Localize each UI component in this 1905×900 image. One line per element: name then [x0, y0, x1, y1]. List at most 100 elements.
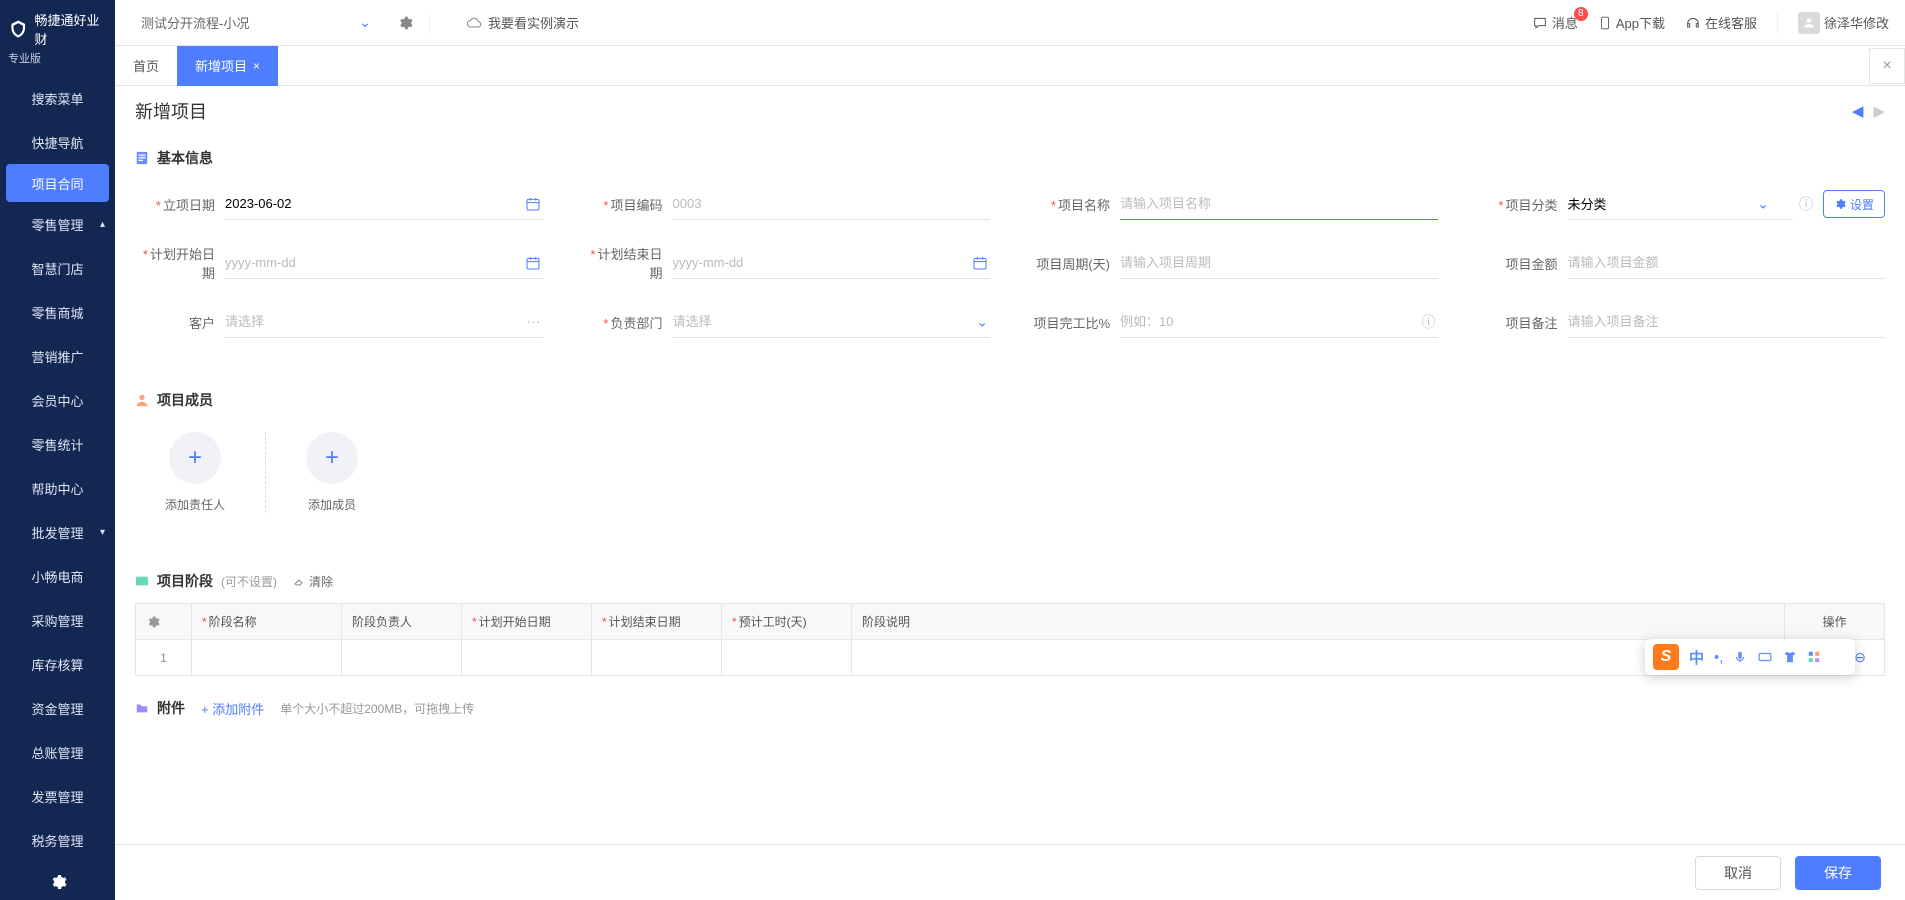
project-amount-field[interactable] [1568, 247, 1886, 279]
project-name-field[interactable] [1120, 188, 1438, 220]
sidebar-item-ecommerce[interactable]: 小畅电商 [0, 554, 115, 598]
project-period-field[interactable] [1120, 247, 1438, 279]
calendar-icon[interactable] [972, 255, 988, 271]
add-attachment-button[interactable]: + 添加附件 [201, 699, 264, 718]
th-stage-hours: *预计工时(天) [722, 604, 852, 640]
tenant-name: 测试分开流程-小况 [141, 13, 249, 32]
brand-logo-icon [8, 18, 28, 40]
messages-button[interactable]: 消息 8 [1532, 13, 1578, 32]
chevron-down-icon[interactable]: ⌄ [976, 314, 988, 331]
clear-stages-button[interactable]: 清除 [293, 573, 333, 590]
ime-skin-button[interactable] [1783, 650, 1797, 664]
cancel-button[interactable]: 取消 [1695, 856, 1781, 890]
headset-icon [1685, 15, 1701, 31]
sidebar-menu: 搜索菜单 快捷导航 项目合同 零售管理▴ 智慧门店 零售商城 营销推广 会员中心… [0, 76, 115, 864]
sidebar-item-tax[interactable]: 税务管理 [0, 818, 115, 862]
stage-icon [135, 574, 149, 588]
tenant-select[interactable]: 测试分开流程-小况 ⌄ [131, 7, 381, 39]
footer: 取消 保存 [115, 844, 1905, 900]
sidebar-item-invoice[interactable]: 发票管理 [0, 774, 115, 818]
sidebar-item-wholesale[interactable]: 批发管理▾ [0, 510, 115, 554]
sidebar-item-quicknav[interactable]: 快捷导航 [0, 120, 115, 164]
phone-icon [1598, 15, 1612, 31]
add-member-button[interactable]: + [306, 432, 358, 484]
plan-end-field[interactable] [673, 247, 991, 279]
save-button[interactable]: 保存 [1795, 856, 1881, 890]
chevron-down-icon[interactable]: ⌄ [1757, 196, 1769, 213]
attachment-hint: 单个大小不超过200MB，可拖拽上传 [280, 700, 474, 717]
add-owner-button[interactable]: + [169, 432, 221, 484]
sidebar-item-marketing[interactable]: 营销推广 [0, 334, 115, 378]
ime-tools-button[interactable] [1807, 650, 1821, 664]
grid-icon [1807, 650, 1821, 664]
customer-service-button[interactable]: 在线客服 [1685, 13, 1757, 32]
gear-icon [146, 615, 160, 629]
close-icon[interactable]: × [253, 59, 260, 73]
row-number: 1 [136, 640, 192, 676]
ime-lang-button[interactable]: 中 [1689, 647, 1704, 668]
project-code-field[interactable] [673, 188, 991, 220]
th-stage-name: *阶段名称 [192, 604, 342, 640]
cloud-icon [466, 15, 482, 31]
sidebar-settings[interactable] [0, 864, 115, 900]
sidebar-item-inventory[interactable]: 库存核算 [0, 642, 115, 686]
calendar-icon[interactable] [525, 196, 541, 212]
plan-start-field[interactable] [225, 247, 543, 279]
sidebar-item-funds[interactable]: 资金管理 [0, 686, 115, 730]
more-icon[interactable]: ⋯ [527, 314, 541, 331]
keyboard-icon [1757, 650, 1773, 664]
sidebar-item-retailstats[interactable]: 零售统计 [0, 422, 115, 466]
document-icon [135, 151, 149, 165]
ime-toolbar[interactable]: S 中 •, [1645, 639, 1855, 675]
sidebar-item-smartstore[interactable]: 智慧门店 [0, 246, 115, 290]
th-stage-end: *计划结束日期 [592, 604, 722, 640]
progress-field[interactable]: ⓘ [1120, 306, 1438, 338]
sidebar-item-search[interactable]: 搜索菜单 [0, 76, 115, 120]
section-members: 项目成员 + 添加责任人 + 添加成员 [135, 378, 1885, 543]
demo-link[interactable]: 我要看实例演示 [466, 13, 579, 32]
cell-stage-owner[interactable] [342, 640, 462, 676]
next-record-button[interactable]: ▶ [1873, 102, 1885, 120]
close-all-tabs-button[interactable]: × [1869, 48, 1905, 84]
sidebar-item-membership[interactable]: 会员中心 [0, 378, 115, 422]
tabs-bar: 首页 新增项目 × × [115, 46, 1905, 86]
plus-icon: + [188, 444, 202, 472]
ime-keyboard-button[interactable] [1757, 650, 1773, 664]
cell-stage-name[interactable] [192, 640, 342, 676]
sidebar-item-fixedasset[interactable]: 固定资产 [0, 862, 115, 864]
project-category-field[interactable]: ⌄ [1568, 188, 1793, 220]
eraser-icon [293, 575, 305, 587]
ime-voice-button[interactable] [1733, 650, 1747, 664]
help-icon[interactable]: ⓘ [1422, 312, 1436, 332]
customer-field[interactable]: ⋯ [225, 306, 543, 338]
caret-up-icon: ▴ [100, 219, 105, 230]
topbar-gear-button[interactable] [397, 15, 413, 31]
sidebar-item-purchase[interactable]: 采购管理 [0, 598, 115, 642]
sidebar-item-retail[interactable]: 零售管理▴ [0, 202, 115, 246]
row-delete-button[interactable]: ⊖ [1854, 649, 1866, 666]
brand-name: 畅捷通好业财 [34, 10, 107, 48]
department-field[interactable]: ⌄ [673, 306, 991, 338]
remark-field[interactable] [1568, 306, 1886, 338]
app-download-button[interactable]: App下载 [1598, 13, 1665, 32]
user-menu[interactable]: 徐泽华修改 [1798, 12, 1889, 34]
calendar-icon[interactable] [525, 255, 541, 271]
column-config-button[interactable] [136, 604, 192, 640]
category-settings-button[interactable]: 设置 [1823, 190, 1885, 218]
th-stage-owner: 阶段负责人 [342, 604, 462, 640]
prev-record-button[interactable]: ◀ [1852, 102, 1864, 120]
help-icon[interactable]: ⓘ [1799, 194, 1813, 214]
tab-home[interactable]: 首页 [115, 46, 177, 86]
sidebar-item-help[interactable]: 帮助中心 [0, 466, 115, 510]
cell-stage-end[interactable] [592, 640, 722, 676]
topbar: 测试分开流程-小况 ⌄ 我要看实例演示 消息 8 App下载 [115, 0, 1905, 46]
cell-stage-start[interactable] [462, 640, 592, 676]
table-row[interactable]: 1 ⊕ ⊖ [136, 640, 1885, 676]
sidebar-item-retailmall[interactable]: 零售商城 [0, 290, 115, 334]
sidebar-item-ledger[interactable]: 总账管理 [0, 730, 115, 774]
establish-date-field[interactable] [225, 188, 543, 220]
cell-stage-hours[interactable] [722, 640, 852, 676]
ime-punct-button[interactable]: •, [1714, 649, 1723, 666]
sidebar-item-project-contract[interactable]: 项目合同 [6, 164, 109, 202]
tab-add-project[interactable]: 新增项目 × [177, 46, 278, 86]
